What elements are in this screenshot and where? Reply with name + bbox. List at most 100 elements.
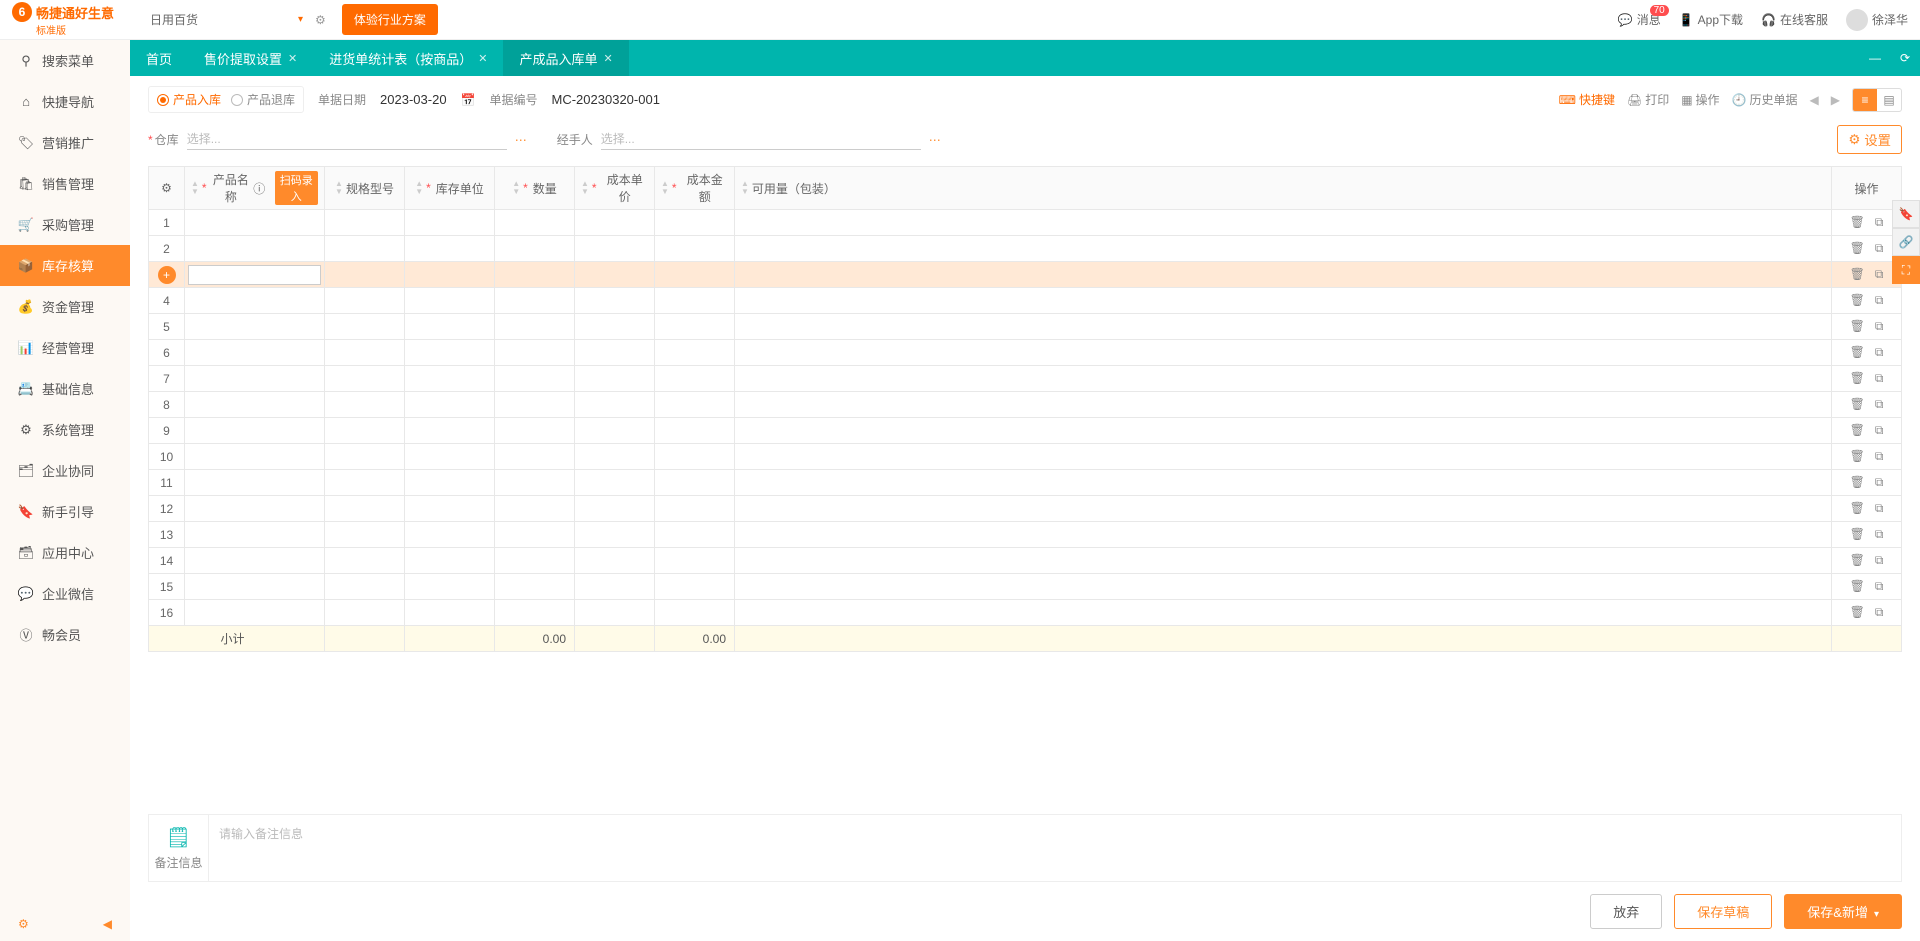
copy-row-icon[interactable]: ⧉	[1875, 579, 1884, 594]
sidebar-item-3[interactable]: 🛍销售管理	[0, 163, 130, 204]
sidebar-item-13[interactable]: 💬企业微信	[0, 573, 130, 614]
delete-row-icon[interactable]: 🗑	[1850, 527, 1865, 542]
table-row[interactable]: 6🗑⧉	[149, 340, 1902, 366]
prev-doc[interactable]: ◀	[1810, 93, 1819, 107]
copy-row-icon[interactable]: ⧉	[1875, 319, 1884, 334]
add-row-icon[interactable]: +	[158, 266, 176, 284]
radio-product-out[interactable]: 产品退库	[231, 91, 295, 108]
copy-row-icon[interactable]: ⧉	[1875, 527, 1884, 542]
copy-row-icon[interactable]: ⧉	[1875, 345, 1884, 360]
tab-3[interactable]: 产成品入库单✕	[503, 40, 628, 76]
col-amount[interactable]: 成本金额	[682, 171, 728, 205]
sidebar-item-8[interactable]: 📇基础信息	[0, 368, 130, 409]
next-doc[interactable]: ▶	[1831, 93, 1840, 107]
trial-button[interactable]: 体验行业方案	[342, 4, 438, 35]
tab-2[interactable]: 进货单统计表（按商品）✕	[313, 40, 503, 76]
column-settings-button[interactable]: ⚙设置	[1837, 125, 1902, 154]
shortcut-link[interactable]: ⌨快捷键	[1559, 91, 1615, 108]
sidebar-item-12[interactable]: 🗃应用中心	[0, 532, 130, 573]
delete-row-icon[interactable]: 🗑	[1850, 579, 1865, 594]
operator-more[interactable]: ⋯	[929, 133, 941, 147]
delete-row-icon[interactable]: 🗑	[1850, 345, 1865, 360]
help-icon[interactable]: ⓘ	[253, 180, 265, 197]
tab-minimize[interactable]: —	[1860, 40, 1890, 76]
table-row[interactable]: +🗑⧉	[149, 262, 1902, 288]
sidebar-item-4[interactable]: 🛒采购管理	[0, 204, 130, 245]
view-card[interactable]: ▤	[1877, 89, 1901, 111]
tab-refresh[interactable]: ⟳	[1890, 40, 1920, 76]
sidebar-item-5[interactable]: 📦库存核算	[0, 245, 130, 286]
copy-row-icon[interactable]: ⧉	[1875, 501, 1884, 516]
history-link[interactable]: 🕘历史单据	[1732, 91, 1798, 108]
col-unit[interactable]: 库存单位	[436, 180, 484, 197]
delete-row-icon[interactable]: 🗑	[1850, 449, 1865, 464]
table-row[interactable]: 5🗑⧉	[149, 314, 1902, 340]
table-row[interactable]: 4🗑⧉	[149, 288, 1902, 314]
delete-row-icon[interactable]: 🗑	[1850, 397, 1865, 412]
dock-tag[interactable]: 🔖	[1892, 200, 1920, 228]
remark-input[interactable]	[209, 815, 1901, 881]
copy-row-icon[interactable]: ⧉	[1875, 215, 1884, 230]
copy-row-icon[interactable]: ⧉	[1875, 423, 1884, 438]
tab-1[interactable]: 售价提取设置✕	[188, 40, 313, 76]
table-row[interactable]: 2🗑⧉	[149, 236, 1902, 262]
sidebar-item-0[interactable]: ⚲搜索菜单	[0, 40, 130, 81]
delete-row-icon[interactable]: 🗑	[1850, 371, 1865, 386]
copy-row-icon[interactable]: ⧉	[1875, 371, 1884, 386]
table-row[interactable]: 12🗑⧉	[149, 496, 1902, 522]
sidebar-item-7[interactable]: 📊经营管理	[0, 327, 130, 368]
operator-input[interactable]	[601, 129, 921, 150]
gear-icon[interactable]: ⚙	[315, 13, 326, 27]
product-name-input[interactable]	[188, 265, 320, 285]
sidebar-item-9[interactable]: ⚙系统管理	[0, 409, 130, 450]
copy-row-icon[interactable]: ⧉	[1875, 553, 1884, 568]
print-link[interactable]: 🖨打印	[1627, 91, 1669, 108]
delete-row-icon[interactable]: 🗑	[1850, 319, 1865, 334]
copy-row-icon[interactable]: ⧉	[1875, 397, 1884, 412]
close-icon[interactable]: ✕	[288, 52, 297, 65]
table-row[interactable]: 9🗑⧉	[149, 418, 1902, 444]
sidebar-item-10[interactable]: 🗂企业协同	[0, 450, 130, 491]
collapse-icon[interactable]: ◀	[103, 917, 112, 931]
calendar-icon[interactable]: 📅	[461, 93, 476, 107]
table-row[interactable]: 11🗑⧉	[149, 470, 1902, 496]
copy-row-icon[interactable]: ⧉	[1875, 449, 1884, 464]
table-row[interactable]: 8🗑⧉	[149, 392, 1902, 418]
radio-product-in[interactable]: 产品入库	[157, 91, 221, 108]
col-avail[interactable]: 可用量（包装）	[752, 180, 836, 197]
delete-row-icon[interactable]: 🗑	[1850, 423, 1865, 438]
table-row[interactable]: 16🗑⧉	[149, 600, 1902, 626]
close-icon[interactable]: ✕	[478, 52, 487, 65]
remark-tab[interactable]: 🗒 备注信息	[149, 815, 209, 881]
delete-row-icon[interactable]: 🗑	[1850, 241, 1865, 256]
discard-button[interactable]: 放弃	[1590, 894, 1662, 929]
sidebar-item-14[interactable]: Ⓥ畅会员	[0, 614, 130, 655]
copy-row-icon[interactable]: ⧉	[1875, 293, 1884, 308]
category-selector[interactable]: 日用百货 ▾	[150, 11, 303, 28]
copy-row-icon[interactable]: ⧉	[1875, 241, 1884, 256]
dock-link[interactable]: 🔗	[1892, 228, 1920, 256]
user-menu[interactable]: 徐泽华	[1846, 9, 1908, 31]
table-row[interactable]: 10🗑⧉	[149, 444, 1902, 470]
dock-expand[interactable]: ⛶	[1892, 256, 1920, 284]
table-row[interactable]: 7🗑⧉	[149, 366, 1902, 392]
delete-row-icon[interactable]: 🗑	[1850, 293, 1865, 308]
sidebar-item-11[interactable]: 🔖新手引导	[0, 491, 130, 532]
copy-row-icon[interactable]: ⧉	[1875, 605, 1884, 620]
copy-row-icon[interactable]: ⧉	[1875, 267, 1884, 282]
col-price[interactable]: 成本单价	[602, 171, 648, 205]
delete-row-icon[interactable]: 🗑	[1850, 553, 1865, 568]
delete-row-icon[interactable]: 🗑	[1850, 475, 1865, 490]
save-new-button[interactable]: 保存&新增▾	[1784, 894, 1902, 929]
scan-button[interactable]: 扫码录入	[275, 171, 318, 205]
close-icon[interactable]: ✕	[604, 52, 613, 65]
delete-row-icon[interactable]: 🗑	[1850, 605, 1865, 620]
sidebar-item-6[interactable]: 💰资金管理	[0, 286, 130, 327]
view-list[interactable]: ≡	[1853, 89, 1877, 111]
sidebar-item-1[interactable]: ⌂快捷导航	[0, 81, 130, 122]
warehouse-more[interactable]: ⋯	[515, 133, 527, 147]
col-spec[interactable]: 规格型号	[346, 180, 394, 197]
config-header-icon[interactable]: ⚙	[161, 181, 172, 195]
delete-row-icon[interactable]: 🗑	[1850, 501, 1865, 516]
delete-row-icon[interactable]: 🗑	[1850, 215, 1865, 230]
